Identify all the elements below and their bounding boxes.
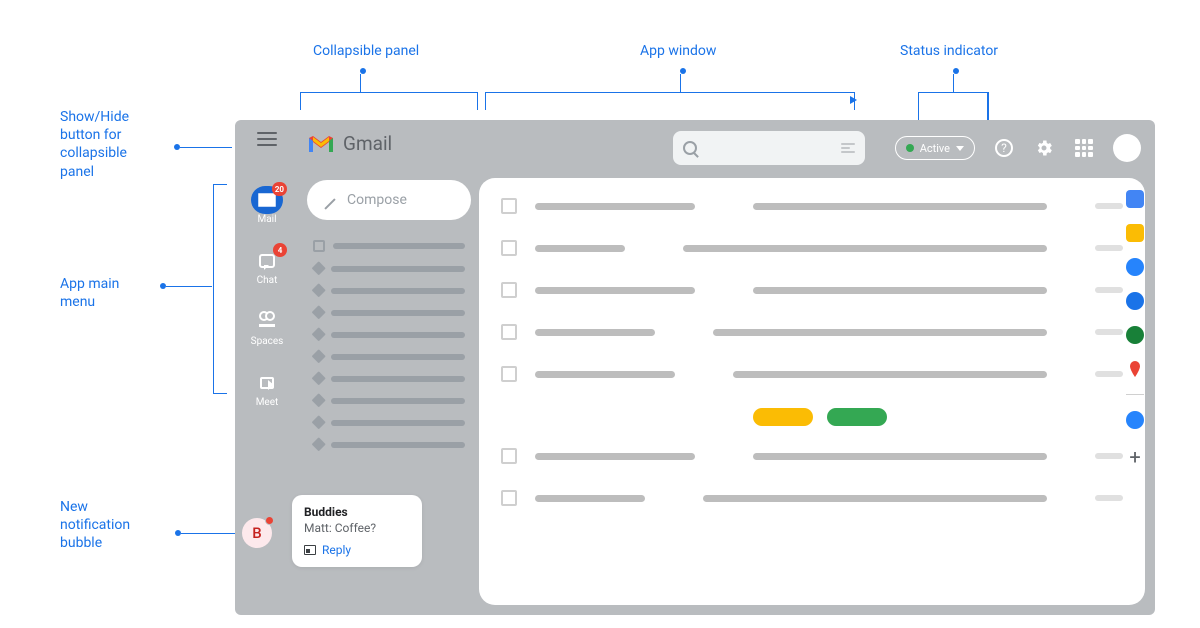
avatar[interactable] bbox=[1113, 134, 1141, 162]
annot-notification-bubble: New notification bubble bbox=[60, 498, 130, 553]
nav-spaces[interactable]: Spaces bbox=[251, 308, 284, 347]
hamburger-icon[interactable] bbox=[257, 132, 277, 146]
side-app-voice[interactable] bbox=[1126, 326, 1144, 344]
mail-row[interactable] bbox=[501, 366, 1123, 382]
folder-item[interactable] bbox=[307, 392, 471, 410]
nav-label-spaces: Spaces bbox=[251, 336, 284, 347]
folder-item[interactable] bbox=[307, 348, 471, 366]
mail-row[interactable] bbox=[501, 324, 1123, 340]
row-checkbox[interactable] bbox=[501, 366, 517, 382]
row-checkbox[interactable] bbox=[501, 324, 517, 340]
nav-meet[interactable]: Meet bbox=[251, 369, 283, 408]
apps-grid-icon bbox=[1075, 139, 1093, 157]
row-checkbox[interactable] bbox=[501, 240, 517, 256]
nav-chat[interactable]: 4 Chat bbox=[251, 247, 283, 286]
folder-item[interactable] bbox=[307, 304, 471, 322]
row-checkbox[interactable] bbox=[501, 282, 517, 298]
help-icon: ? bbox=[995, 139, 1013, 157]
side-panel: + bbox=[1119, 190, 1151, 469]
reply-icon bbox=[304, 545, 316, 555]
notification-reply-button[interactable]: Reply bbox=[304, 543, 410, 557]
folder-item[interactable] bbox=[307, 282, 471, 300]
side-app-plus[interactable]: + bbox=[1129, 445, 1140, 469]
chat-badge: 4 bbox=[273, 243, 287, 257]
annot-status-indicator: Status indicator bbox=[900, 42, 998, 60]
label-pill-green[interactable] bbox=[827, 408, 887, 426]
product-name: Gmail bbox=[343, 132, 392, 155]
notification-reply-label: Reply bbox=[322, 543, 351, 557]
side-app-maps[interactable] bbox=[1126, 360, 1144, 378]
notification-message: Matt: Coffee? bbox=[304, 521, 410, 535]
folder-item[interactable] bbox=[307, 260, 471, 278]
status-label: Active bbox=[920, 142, 950, 155]
help-button[interactable]: ? bbox=[993, 137, 1015, 159]
folder-item[interactable] bbox=[307, 326, 471, 344]
side-app-tasks[interactable] bbox=[1126, 258, 1144, 276]
mail-row[interactable] bbox=[501, 240, 1123, 256]
mail-row[interactable] bbox=[501, 448, 1123, 464]
mail-row[interactable] bbox=[501, 198, 1123, 214]
folder-item[interactable] bbox=[307, 370, 471, 388]
side-app-addons[interactable] bbox=[1126, 411, 1144, 429]
row-checkbox[interactable] bbox=[501, 448, 517, 464]
side-app-calendar[interactable] bbox=[1126, 190, 1144, 208]
mail-row[interactable] bbox=[501, 490, 1123, 506]
mail-row[interactable] bbox=[501, 282, 1123, 298]
folder-inbox[interactable] bbox=[307, 236, 471, 256]
row-checkbox[interactable] bbox=[501, 490, 517, 506]
settings-button[interactable] bbox=[1033, 137, 1055, 159]
annot-collapsible-panel: Collapsible panel bbox=[313, 42, 419, 60]
compose-label: Compose bbox=[347, 192, 407, 208]
mail-icon bbox=[258, 193, 276, 207]
notification-title: Buddies bbox=[304, 505, 410, 519]
gmail-m-icon bbox=[307, 134, 335, 154]
nav-label-meet: Meet bbox=[256, 397, 279, 408]
notification-bubble[interactable]: Buddies Matt: Coffee? Reply bbox=[292, 495, 422, 567]
notification-avatar-letter: B bbox=[252, 524, 261, 542]
gear-icon bbox=[1034, 138, 1054, 158]
meet-icon bbox=[260, 377, 274, 389]
pencil-icon bbox=[323, 193, 337, 207]
compose-button[interactable]: Compose bbox=[307, 180, 471, 220]
notification-avatar[interactable]: B bbox=[242, 518, 272, 548]
label-pill-yellow[interactable] bbox=[753, 408, 813, 426]
side-app-keep[interactable] bbox=[1126, 224, 1144, 242]
nav-label-mail: Mail bbox=[257, 214, 276, 225]
tune-icon[interactable] bbox=[841, 143, 855, 153]
apps-button[interactable] bbox=[1073, 137, 1095, 159]
row-checkbox[interactable] bbox=[501, 198, 517, 214]
spaces-icon bbox=[259, 317, 275, 327]
message-list bbox=[479, 178, 1145, 605]
nav-mail[interactable]: 20 Mail bbox=[251, 186, 283, 225]
search-input[interactable] bbox=[673, 131, 865, 165]
side-app-contacts[interactable] bbox=[1126, 292, 1144, 310]
notification-dot-icon bbox=[265, 516, 274, 525]
mail-row-labels bbox=[501, 408, 1123, 426]
mail-badge: 20 bbox=[272, 182, 287, 196]
topbar: Active ? bbox=[479, 120, 1155, 176]
annot-show-hide: Show/Hide button for collapsible panel bbox=[60, 108, 129, 181]
chat-icon bbox=[259, 254, 275, 268]
annot-app-window: App window bbox=[640, 42, 716, 60]
folder-item[interactable] bbox=[307, 436, 471, 454]
gmail-logo: Gmail bbox=[307, 132, 392, 155]
app-window: Active ? bbox=[479, 120, 1155, 615]
status-indicator[interactable]: Active bbox=[895, 136, 975, 160]
folder-item[interactable] bbox=[307, 414, 471, 432]
search-icon bbox=[683, 141, 697, 155]
chevron-down-icon bbox=[956, 146, 964, 151]
nav-label-chat: Chat bbox=[257, 275, 278, 286]
status-dot-icon bbox=[906, 144, 914, 152]
annot-app-main-menu: App main menu bbox=[60, 275, 119, 311]
